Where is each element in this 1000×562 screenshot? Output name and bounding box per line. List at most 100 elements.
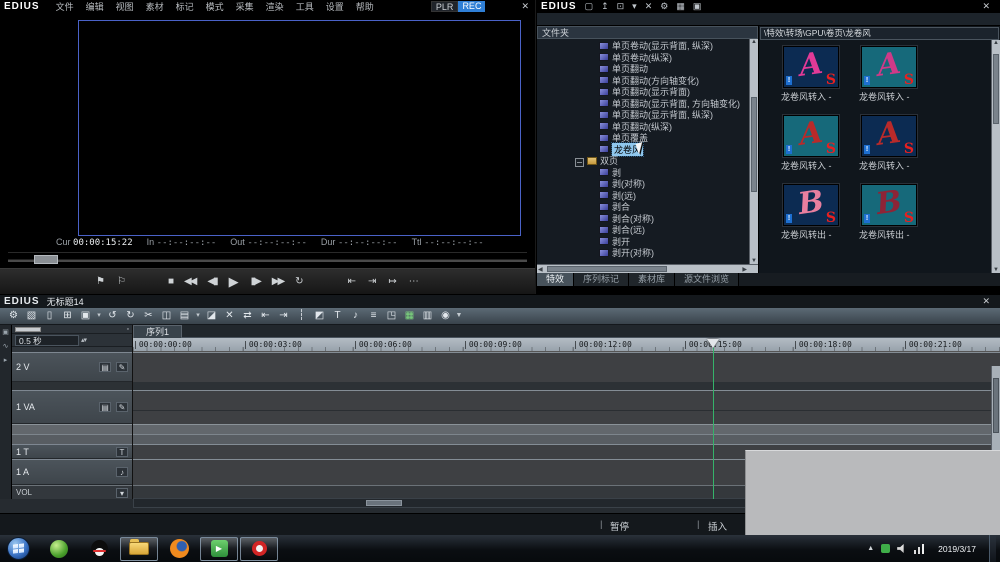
menu-item[interactable]: 标记 <box>170 0 200 13</box>
menu-item[interactable]: 帮助 <box>350 0 380 13</box>
scrollbar-thumb[interactable] <box>751 97 757 192</box>
title-tool-icon[interactable]: T <box>329 308 346 324</box>
jump-to-icon[interactable]: ↦ <box>388 270 397 294</box>
tree-item[interactable]: 剥合(远) <box>537 224 749 236</box>
menu-item[interactable]: 模式 <box>200 0 230 13</box>
toolbox-icon[interactable]: ⚙ <box>5 308 22 324</box>
firefox-taskbar-button[interactable] <box>160 537 198 561</box>
scrollbar-thumb[interactable] <box>993 54 999 124</box>
title-track-header[interactable]: 1 T T <box>12 444 132 459</box>
timescale-spinner-icon[interactable]: ▴▾ <box>81 336 87 344</box>
seek-bar[interactable] <box>8 252 527 265</box>
clock[interactable]: 2019/3/17 <box>932 544 982 554</box>
redo-icon[interactable]: ↻ <box>122 308 139 324</box>
close-icon[interactable]: ✕ <box>976 1 996 12</box>
play-icon[interactable]: ▶ <box>229 270 239 294</box>
more-options-icon[interactable]: ⋯ <box>409 270 419 294</box>
stop-icon[interactable]: ■ <box>168 270 174 294</box>
browser-taskbar-button[interactable] <box>40 537 78 561</box>
effect-thumbnail[interactable]: A ! S 龙卷风转入 - <box>781 114 857 172</box>
set-out-icon[interactable]: ⚐ <box>117 270 126 294</box>
effect-thumbnail[interactable]: B ! S 龙卷风转出 - <box>859 183 935 241</box>
delete-icon[interactable]: ✕ <box>221 308 238 324</box>
collapsed-track[interactable] <box>12 434 132 444</box>
waveform-icon[interactable]: ∿ <box>3 342 9 350</box>
new-folder-icon[interactable]: ▢ <box>585 1 594 12</box>
playhead-line[interactable] <box>713 345 714 499</box>
add-effect-icon[interactable]: ⊡ <box>617 1 625 12</box>
delete-icon[interactable]: ✕ <box>645 1 653 12</box>
timescale-value[interactable]: 0.5 秒 <box>15 334 79 346</box>
view-mode-icon[interactable]: ▦ <box>676 1 685 12</box>
effects-toggle-icon[interactable]: ▧ <box>23 308 40 324</box>
menu-item[interactable]: 设置 <box>320 0 350 13</box>
render-icon[interactable]: ▦ <box>401 308 418 324</box>
tree-horizontal-scrollbar[interactable] <box>537 264 758 273</box>
explorer-taskbar-button[interactable] <box>120 536 158 561</box>
scrollbar-thumb[interactable] <box>366 500 402 506</box>
menu-item[interactable]: 文件 <box>50 0 80 13</box>
ripple-delete-icon[interactable]: ◪ <box>203 308 220 324</box>
tray-expand-icon[interactable]: ▲ <box>867 545 874 552</box>
loop-icon[interactable]: ↻ <box>295 270 304 294</box>
save-project-icon[interactable]: ▣ <box>77 308 94 324</box>
tree-vertical-scrollbar[interactable] <box>749 39 758 264</box>
capture-icon[interactable]: ◉ <box>437 308 454 324</box>
patch-panel-icon[interactable]: ▣ <box>2 328 9 336</box>
palette-tab[interactable]: 特效 <box>537 273 575 286</box>
collapsed-track[interactable] <box>12 424 132 434</box>
menu-item[interactable]: 素材 <box>140 0 170 13</box>
sort-dropdown-icon[interactable]: ▾ <box>632 1 637 12</box>
cut-icon[interactable]: ✂ <box>140 308 157 324</box>
effect-thumbnail[interactable]: A ! S 龙卷风转入 - <box>859 114 935 172</box>
media-player-taskbar-button[interactable]: ▶ <box>200 536 238 561</box>
new-sequence-icon[interactable]: ▯ <box>41 308 58 324</box>
seek-thumb[interactable] <box>34 255 58 264</box>
collapsed-track-lane[interactable] <box>133 424 1000 434</box>
mode-icon[interactable]: ◩ <box>311 308 328 324</box>
palette-tab[interactable]: 序列标记 <box>574 273 630 286</box>
track-edit-icon[interactable]: ✎ <box>116 402 128 412</box>
menu-item[interactable]: 视图 <box>110 0 140 13</box>
send-to-timeline-icon[interactable]: ↥ <box>601 1 609 12</box>
timescale-control[interactable]: 0.5 秒 ▴▾ <box>12 334 132 347</box>
goto-out-icon[interactable]: ⇥ <box>368 270 377 294</box>
volume-icon[interactable] <box>897 544 904 553</box>
fast-forward-icon[interactable]: ▶▶ <box>272 270 285 294</box>
vectorscope-icon[interactable]: ▥ <box>419 308 436 324</box>
video-track-lane[interactable] <box>133 352 1000 382</box>
properties-icon[interactable]: ⚙ <box>660 1 668 12</box>
collapsed-track-lane[interactable] <box>133 434 1000 444</box>
volume-dropdown-icon[interactable]: ▾ <box>116 487 128 498</box>
effect-thumbnail[interactable]: B ! S 龙卷风转出 - <box>781 183 857 241</box>
track-edit-icon[interactable]: ✎ <box>116 362 128 372</box>
title-track-icon[interactable]: T <box>116 446 128 457</box>
tree-item[interactable]: 剥(远) <box>537 190 749 202</box>
goto-in-icon[interactable]: ⇤ <box>348 270 357 294</box>
paste-dropdown-icon[interactable]: ▾ <box>194 308 202 324</box>
effect-thumbnail[interactable]: A ! S 龙卷风转入 - <box>859 45 935 103</box>
start-button[interactable] <box>7 537 30 560</box>
save-dropdown-icon[interactable]: ▾ <box>95 308 103 324</box>
paste-icon[interactable]: ▤ <box>176 308 193 324</box>
menu-item[interactable]: 工具 <box>290 0 320 13</box>
undo-icon[interactable]: ↺ <box>104 308 121 324</box>
thumbnail-vertical-scrollbar[interactable] <box>991 40 1000 273</box>
va-track-header[interactable]: 1 VA ▤ ✎ <box>12 390 132 424</box>
prev-frame-icon[interactable]: ◀▮ <box>207 270 218 294</box>
qq-taskbar-button[interactable] <box>80 537 118 561</box>
timeline-ruler[interactable]: 00:00:00:0000:00:03:0000:00:06:0000:00:0… <box>133 338 1000 352</box>
tree-item[interactable]: 剥开(对称) <box>537 247 749 259</box>
copy-icon[interactable]: ◫ <box>158 308 175 324</box>
menu-item[interactable]: 采集 <box>230 0 260 13</box>
scrollbar-thumb[interactable] <box>547 266 667 272</box>
recorder-mode-button[interactable]: REC <box>458 1 486 12</box>
tree-item[interactable]: 双页 <box>537 155 749 167</box>
set-out-point-icon[interactable]: ⇥ <box>275 308 292 324</box>
menu-item[interactable]: 编辑 <box>80 0 110 13</box>
network-icon[interactable] <box>914 543 926 554</box>
open-project-icon[interactable]: ⊞ <box>59 308 76 324</box>
seek-track[interactable] <box>8 259 527 262</box>
match-frame-icon[interactable]: ⇄ <box>239 308 256 324</box>
palette-tab[interactable]: 素材库 <box>629 273 676 286</box>
